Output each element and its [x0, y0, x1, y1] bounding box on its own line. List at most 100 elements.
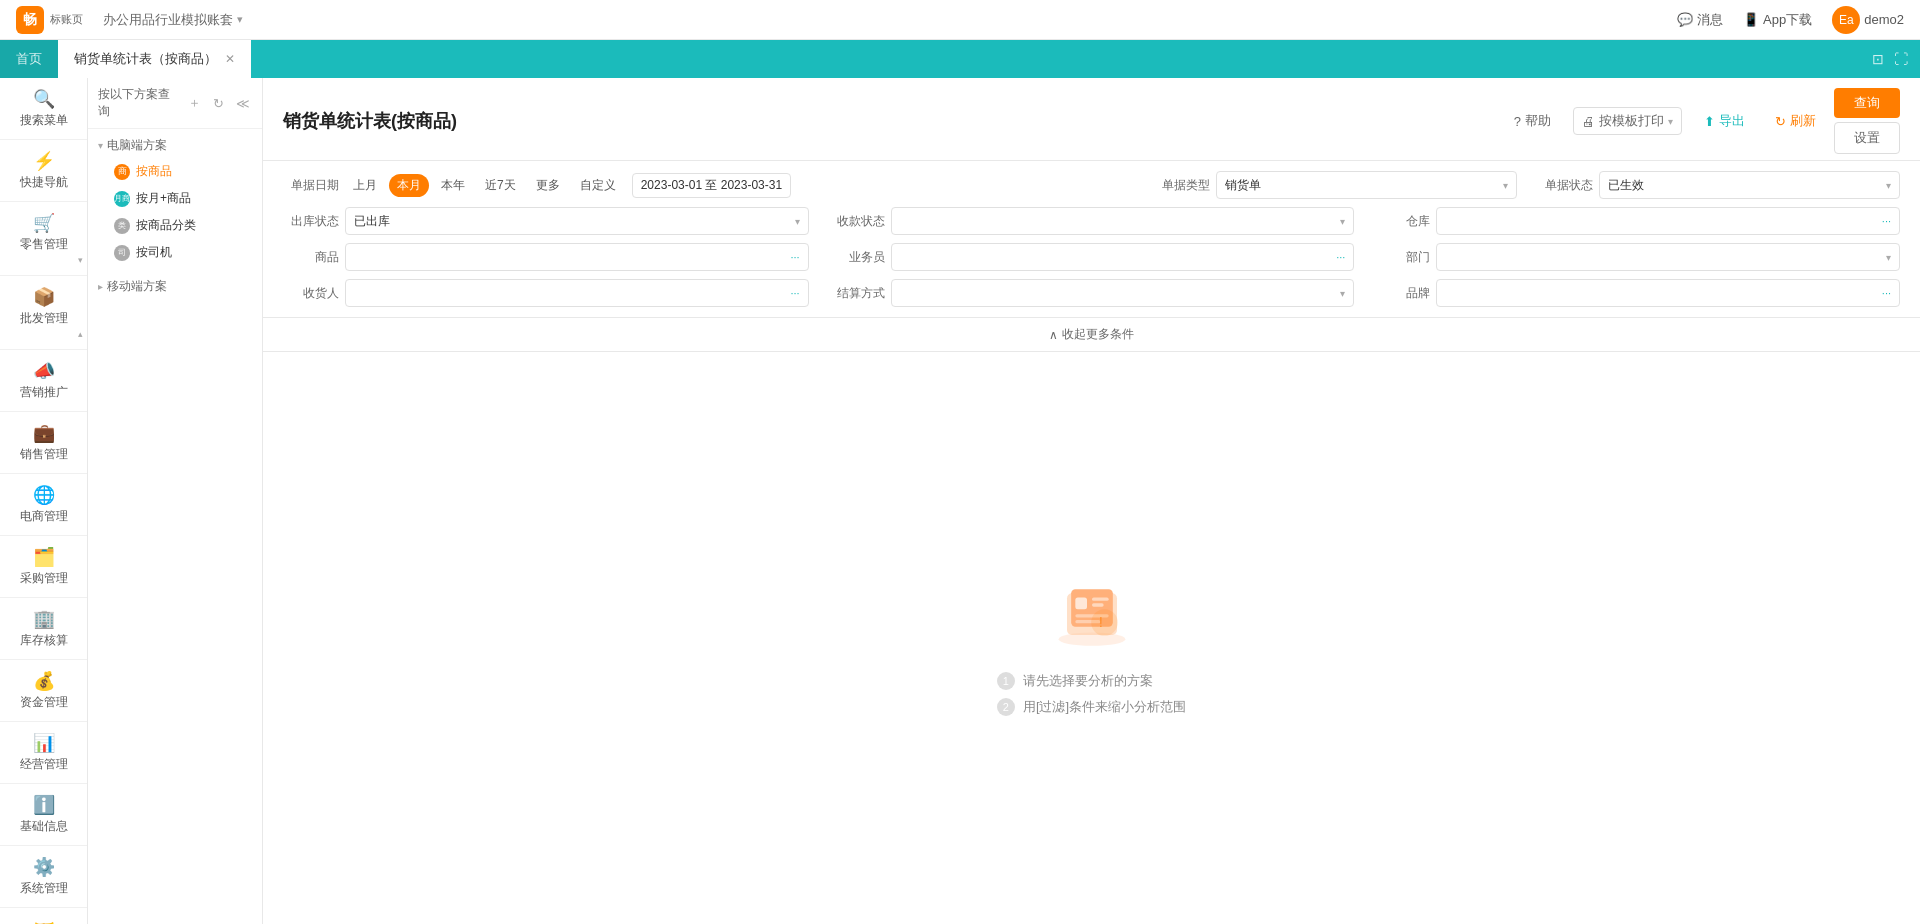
date-label: 单据日期: [283, 177, 339, 194]
left-panel-header: 按以下方案查询 ＋ ↻ ≪: [88, 78, 262, 129]
sidebar-item-quicknav[interactable]: ⚡ 快捷导航: [0, 140, 87, 202]
doc-status-control[interactable]: 已生效 ▾: [1599, 171, 1900, 199]
salesperson-control[interactable]: ···: [891, 243, 1355, 271]
collapse-label: 收起更多条件: [1062, 326, 1134, 343]
collapse-left-btn[interactable]: ≪: [234, 93, 252, 113]
scheme-item-by-category[interactable]: 类 按商品分类: [88, 212, 262, 239]
brand-more-icon[interactable]: ···: [1882, 287, 1891, 299]
tip-2-text: 用[过滤]条件来缩小分析范围: [1023, 698, 1186, 716]
settings-button[interactable]: 设置: [1834, 122, 1900, 154]
sidebar-sales-label: 销售管理: [20, 446, 68, 463]
doc-type-label: 单据类型: [1154, 177, 1210, 194]
brand-control[interactable]: ···: [1436, 279, 1900, 307]
topbar-title: 办公用品行业模拟账套 ▾: [103, 11, 1677, 29]
date-range-display[interactable]: 2023-03-01 至 2023-03-31: [632, 173, 791, 198]
minimize-icon[interactable]: ⊡: [1872, 51, 1884, 67]
user-action[interactable]: Ea demo2: [1832, 6, 1904, 34]
query-button[interactable]: 查询: [1834, 88, 1900, 118]
date-tab-7days[interactable]: 近7天: [477, 174, 524, 197]
sidebar-item-finance[interactable]: 💰 资金管理: [0, 660, 87, 722]
tab-home[interactable]: 首页: [0, 40, 58, 78]
export-btn[interactable]: ⬆ 导出: [1696, 108, 1753, 134]
scheme-item-by-month-product[interactable]: 月商 按月+商品: [88, 185, 262, 212]
doc-status-field: 单据状态 已生效 ▾: [1537, 171, 1900, 199]
product-more-icon[interactable]: ···: [791, 251, 800, 263]
scheme-item-icon-by-product: 商: [114, 164, 130, 180]
collapse-button[interactable]: ∧ 收起更多条件: [1039, 324, 1144, 345]
left-panel: 按以下方案查询 ＋ ↻ ≪ ▾ 电脑端方案 商 按商品 月商 按月+商品: [88, 78, 263, 924]
sidebar-item-enterprise[interactable]: 🤝 企业协同: [0, 908, 87, 924]
date-tab-more[interactable]: 更多: [528, 174, 568, 197]
app-download-label: App下载: [1763, 11, 1812, 29]
user-name: demo2: [1864, 12, 1904, 27]
help-btn[interactable]: ? 帮助: [1506, 108, 1559, 134]
maximize-icon[interactable]: ⛶: [1894, 51, 1908, 67]
settlement-dropdown-icon: ▾: [1340, 288, 1345, 299]
sidebar-item-marketing[interactable]: 📣 营销推广: [0, 350, 87, 412]
sidebar-item-purchase[interactable]: 🗂️ 采购管理: [0, 536, 87, 598]
tab-sales-stats-label: 销货单统计表（按商品）: [74, 50, 217, 68]
warehouse-control[interactable]: ···: [1436, 207, 1900, 235]
date-range-value: 2023-03-01 至 2023-03-31: [641, 177, 782, 194]
close-tab-icon[interactable]: ✕: [225, 52, 235, 66]
receipt-status-label: 收款状态: [829, 213, 885, 230]
collapse-bar: ∧ 收起更多条件: [263, 318, 1920, 352]
department-control[interactable]: ▾: [1436, 243, 1900, 271]
date-tab-last-month[interactable]: 上月: [345, 174, 385, 197]
sidebar-wholesale-label: 批发管理: [20, 310, 68, 327]
warehouse-more-icon[interactable]: ···: [1882, 215, 1891, 227]
scheme-item-month-product-label: 按月+商品: [136, 190, 191, 207]
refresh-scheme-btn[interactable]: ↻: [210, 93, 228, 113]
scheme-item-by-cashier[interactable]: 司 按司机: [88, 239, 262, 266]
doc-status-value: 已生效: [1608, 177, 1882, 194]
sidebar-item-wholesale[interactable]: 📦 批发管理 ▴: [0, 276, 87, 350]
receiver-field: 收货人 ···: [283, 279, 809, 307]
doc-type-control[interactable]: 销货单 ▾: [1216, 171, 1517, 199]
sidebar: 🔍 搜索菜单 ⚡ 快捷导航 🛒 零售管理 ▾ 📦 批发管理 ▴ 📣 营销推广 💼…: [0, 78, 88, 924]
product-control[interactable]: ···: [345, 243, 809, 271]
sidebar-item-sales[interactable]: 💼 销售管理: [0, 412, 87, 474]
sidebar-item-search[interactable]: 🔍 搜索菜单: [0, 78, 87, 140]
date-tab-custom[interactable]: 自定义: [572, 174, 624, 197]
settlement-control[interactable]: ▾: [891, 279, 1355, 307]
print-btn[interactable]: 🖨 按模板打印 ▾: [1573, 107, 1682, 135]
sidebar-item-operations[interactable]: 📊 经营管理: [0, 722, 87, 784]
receipt-status-control[interactable]: ▾: [891, 207, 1355, 235]
date-tab-current-month[interactable]: 本月: [389, 174, 429, 197]
message-action[interactable]: 💬 消息: [1677, 11, 1723, 29]
sidebar-purchase-label: 采购管理: [20, 570, 68, 587]
sidebar-item-inventory[interactable]: 🏢 库存核算: [0, 598, 87, 660]
wholesale-arrow-icon: ▴: [78, 329, 83, 339]
empty-tip-1: 1 请先选择要分析的方案: [997, 672, 1186, 690]
logo-area: 畅 标账页: [16, 6, 83, 34]
export-icon: ⬆: [1704, 114, 1715, 129]
sidebar-item-basic[interactable]: ℹ️ 基础信息: [0, 784, 87, 846]
scheme-group-arrow: ▾: [98, 140, 103, 151]
scheme-group-desktop[interactable]: ▾ 电脑端方案: [88, 133, 262, 158]
empty-state: ! 1 请先选择要分析的方案 2 用[过滤]条件来缩小分析范围: [263, 352, 1920, 924]
filter-row-2: 出库状态 已出库 ▾ 收款状态 ▾: [283, 207, 1900, 235]
company-dropdown-icon[interactable]: ▾: [237, 13, 243, 26]
tab-sales-stats[interactable]: 销货单统计表（按商品） ✕: [58, 40, 251, 78]
out-status-dropdown-icon: ▾: [795, 216, 800, 227]
out-status-control[interactable]: 已出库 ▾: [345, 207, 809, 235]
ecommerce-icon: 🌐: [33, 484, 55, 506]
help-label: 帮助: [1525, 112, 1551, 130]
app-download-action[interactable]: 📱 App下载: [1743, 11, 1812, 29]
scheme-item-by-product[interactable]: 商 按商品: [88, 158, 262, 185]
refresh-btn[interactable]: ↻ 刷新: [1767, 108, 1824, 134]
scheme-group-mobile[interactable]: ▸ 移动端方案: [88, 274, 262, 299]
receiver-control[interactable]: ···: [345, 279, 809, 307]
sidebar-item-retail[interactable]: 🛒 零售管理 ▾: [0, 202, 87, 276]
page-actions: ? 帮助 🖨 按模板打印 ▾ ⬆ 导出 ↻: [1506, 107, 1824, 135]
receiver-more-icon[interactable]: ···: [791, 287, 800, 299]
date-tab-current-year[interactable]: 本年: [433, 174, 473, 197]
logo-icon: 畅: [16, 6, 44, 34]
salesperson-more-icon[interactable]: ···: [1336, 251, 1345, 263]
svg-text:!: !: [1098, 613, 1102, 630]
add-scheme-btn[interactable]: ＋: [186, 93, 204, 113]
empty-tip-2: 2 用[过滤]条件来缩小分析范围: [997, 698, 1186, 716]
sidebar-item-ecommerce[interactable]: 🌐 电商管理: [0, 474, 87, 536]
collapse-icon: ∧: [1049, 328, 1058, 342]
sidebar-item-system[interactable]: ⚙️ 系统管理: [0, 846, 87, 908]
